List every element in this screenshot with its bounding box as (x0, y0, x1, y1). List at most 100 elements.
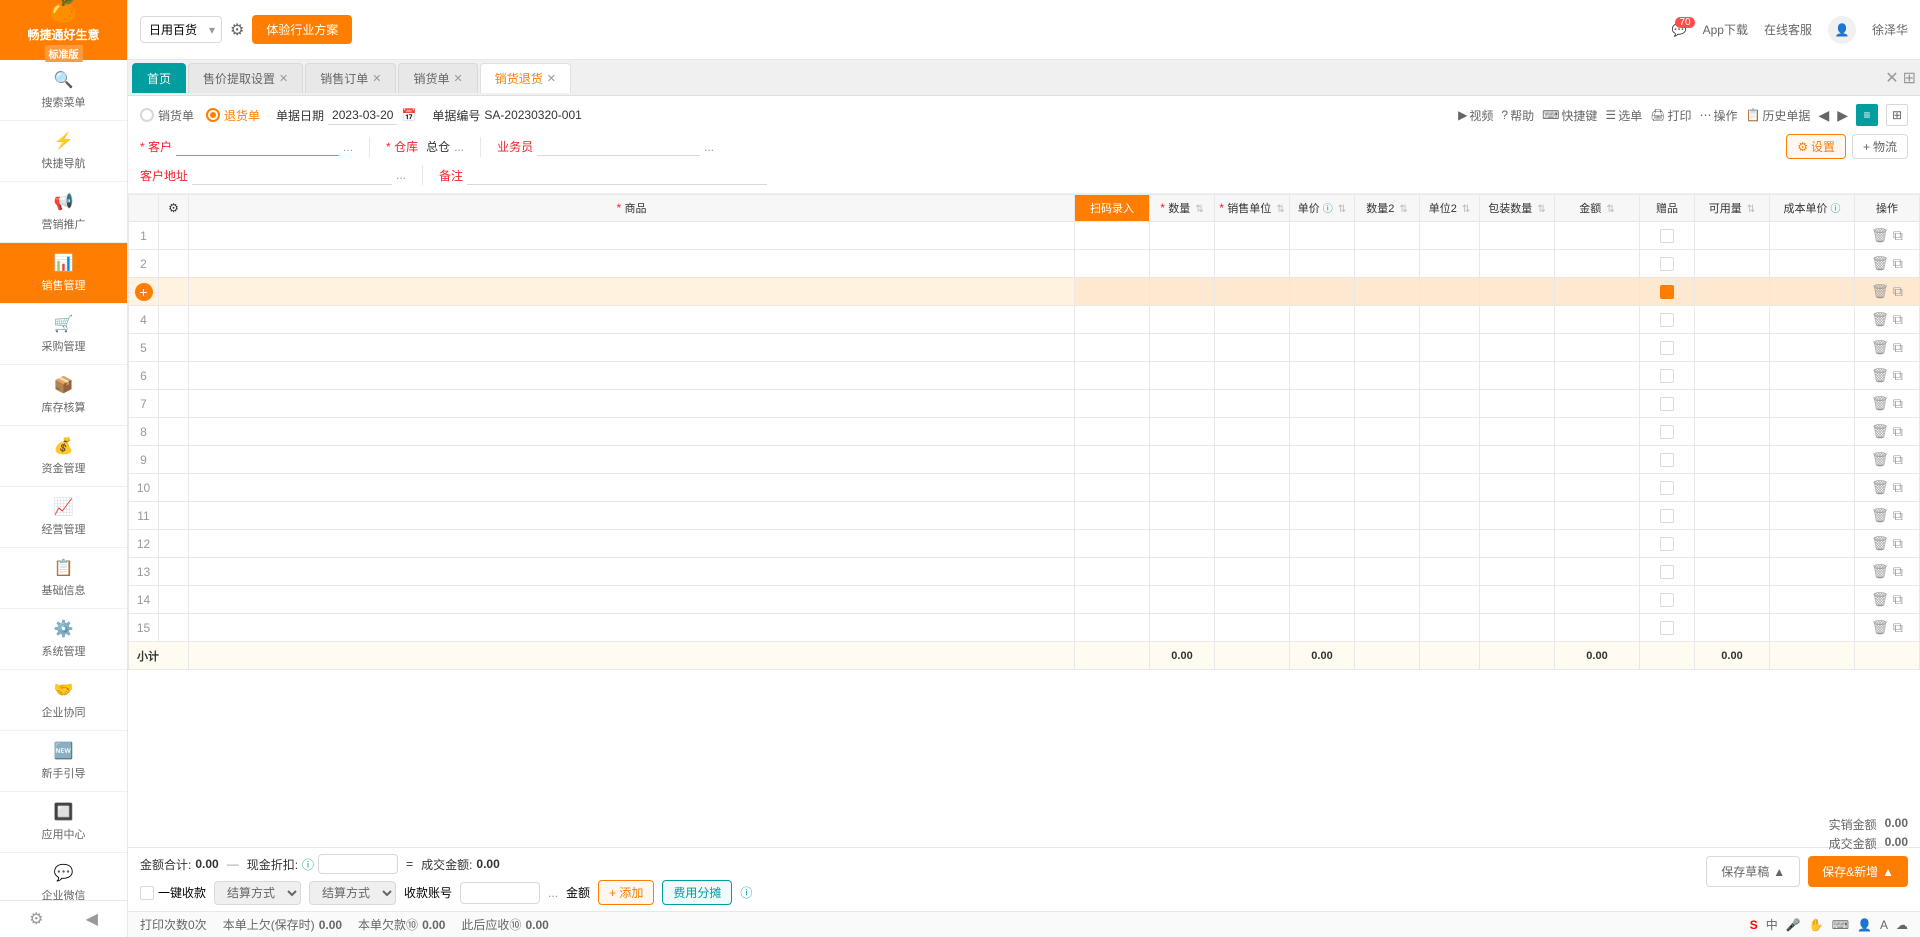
delete-icon[interactable]: 🗑 (1871, 619, 1889, 636)
row-qty2[interactable] (1355, 474, 1420, 502)
row-gift[interactable] (1640, 474, 1695, 502)
sidebar-item-purchase[interactable]: 🛒 采购管理 (0, 304, 127, 365)
view-list-button[interactable]: ≡ (1856, 104, 1878, 126)
delete-icon[interactable]: 🗑 (1871, 395, 1889, 412)
industry-dropdown[interactable]: 日用百货 ▾ (140, 16, 222, 43)
fee-split-button[interactable]: 费用分摊 (662, 880, 732, 905)
row-pkg[interactable] (1480, 586, 1555, 614)
gift-checkbox[interactable] (1660, 341, 1674, 355)
row-goods[interactable] (189, 586, 1075, 614)
account-input[interactable] (460, 882, 540, 904)
row-pkg[interactable] (1480, 418, 1555, 446)
address-input[interactable] (192, 166, 392, 185)
row-qty[interactable] (1150, 530, 1215, 558)
copy-icon[interactable]: ⧉ (1893, 535, 1903, 552)
row-qty2[interactable] (1355, 222, 1420, 250)
row-qty[interactable] (1150, 362, 1215, 390)
row-qty2[interactable] (1355, 334, 1420, 362)
delete-icon[interactable]: 🗑 (1871, 451, 1889, 468)
tab-delivery-close-icon[interactable]: ✕ (454, 72, 463, 85)
sidebar-item-sales[interactable]: 📊 销售管理 (0, 243, 127, 304)
row-qty[interactable] (1150, 250, 1215, 278)
add-button[interactable]: + 添加 (598, 880, 654, 905)
copy-icon[interactable]: ⧉ (1893, 451, 1903, 468)
row-unit[interactable] (1215, 306, 1290, 334)
row-unit2[interactable] (1420, 390, 1480, 418)
row-unit2[interactable] (1420, 222, 1480, 250)
sidebar-item-inventory[interactable]: 📦 库存核算 (0, 365, 127, 426)
row-goods[interactable] (189, 614, 1075, 642)
row-price[interactable] (1290, 614, 1355, 642)
row-amount[interactable] (1555, 418, 1640, 446)
row-goods[interactable] (189, 334, 1075, 362)
row-price[interactable] (1290, 502, 1355, 530)
row-unit2[interactable] (1420, 278, 1480, 306)
sidebar-item-apps[interactable]: 🔲 应用中心 (0, 792, 127, 853)
copy-icon[interactable]: ⧉ (1893, 507, 1903, 524)
row-amount[interactable] (1555, 502, 1640, 530)
ime-icon-hand[interactable]: ✋ (1809, 918, 1824, 932)
row-qty[interactable] (1150, 390, 1215, 418)
row-amount[interactable] (1555, 474, 1640, 502)
row-qty[interactable] (1150, 558, 1215, 586)
delete-icon[interactable]: 🗑 (1871, 563, 1889, 580)
gift-checkbox[interactable] (1660, 397, 1674, 411)
goods-input[interactable] (193, 285, 1070, 299)
row-pkg[interactable] (1480, 390, 1555, 418)
row-unit2[interactable] (1420, 474, 1480, 502)
row-unit2[interactable] (1420, 614, 1480, 642)
help-link[interactable]: ? 帮助 (1501, 107, 1534, 124)
row-unit2[interactable] (1420, 362, 1480, 390)
row-goods[interactable] (189, 558, 1075, 586)
row-qty2[interactable] (1355, 586, 1420, 614)
shortcut-link[interactable]: ⌨ 快捷键 (1542, 107, 1597, 124)
amount-sort-icon[interactable]: ⇅ (1606, 204, 1614, 215)
row-pkg[interactable] (1480, 530, 1555, 558)
delete-icon[interactable]: 🗑 (1871, 311, 1889, 328)
copy-icon[interactable]: ⧉ (1893, 591, 1903, 608)
gift-checkbox[interactable] (1660, 229, 1674, 243)
gift-checkbox[interactable] (1660, 313, 1674, 327)
row-gift[interactable] (1640, 222, 1695, 250)
accounting-method-select[interactable]: 结算方式 (214, 881, 301, 905)
row-unit[interactable] (1215, 530, 1290, 558)
row-qty[interactable] (1150, 334, 1215, 362)
row-unit[interactable] (1215, 334, 1290, 362)
copy-icon[interactable]: ⧉ (1893, 283, 1903, 300)
fee-info-icon[interactable]: ⓘ (740, 884, 752, 901)
sidebar-item-guide[interactable]: 🆕 新手引导 (0, 731, 127, 792)
row-price[interactable] (1290, 418, 1355, 446)
date-value[interactable]: 2023-03-20 (328, 106, 397, 125)
row-unit2[interactable] (1420, 306, 1480, 334)
row-goods[interactable] (189, 446, 1075, 474)
row-price[interactable] (1290, 474, 1355, 502)
delete-icon[interactable]: 🗑 (1871, 591, 1889, 608)
row-goods[interactable] (189, 530, 1075, 558)
row-qty2[interactable] (1355, 614, 1420, 642)
tab-home[interactable]: 首页 (132, 63, 186, 93)
save-new-button[interactable]: 保存&新增 ▲ (1808, 856, 1908, 887)
row-pkg[interactable] (1480, 278, 1555, 306)
sidebar-item-search[interactable]: 🔍 搜索菜单 (0, 60, 127, 121)
row-unit[interactable] (1215, 502, 1290, 530)
row-goods[interactable] (189, 222, 1075, 250)
gift-checkbox[interactable] (1660, 509, 1674, 523)
row-unit2[interactable] (1420, 558, 1480, 586)
tab-sales-order[interactable]: 销售订单 ✕ (305, 63, 396, 93)
row-unit2[interactable] (1420, 250, 1480, 278)
settings-button[interactable]: ⚙ 设置 (1786, 134, 1846, 159)
row-qty2[interactable] (1355, 418, 1420, 446)
delete-icon[interactable]: 🗑 (1871, 283, 1889, 300)
row-amount[interactable] (1555, 614, 1640, 642)
row-price[interactable] (1290, 278, 1355, 306)
row-pkg[interactable] (1480, 362, 1555, 390)
row-unit2[interactable] (1420, 502, 1480, 530)
topbar-gear-icon[interactable]: ⚙ (230, 20, 244, 40)
copy-icon[interactable]: ⧉ (1893, 619, 1903, 636)
row-unit[interactable] (1215, 474, 1290, 502)
sidebar-item-system[interactable]: ⚙️ 系统管理 (0, 609, 127, 670)
unit2-sort-icon[interactable]: ⇅ (1462, 204, 1470, 215)
row-qty[interactable] (1150, 586, 1215, 614)
row-unit2[interactable] (1420, 418, 1480, 446)
row-gift[interactable] (1640, 334, 1695, 362)
